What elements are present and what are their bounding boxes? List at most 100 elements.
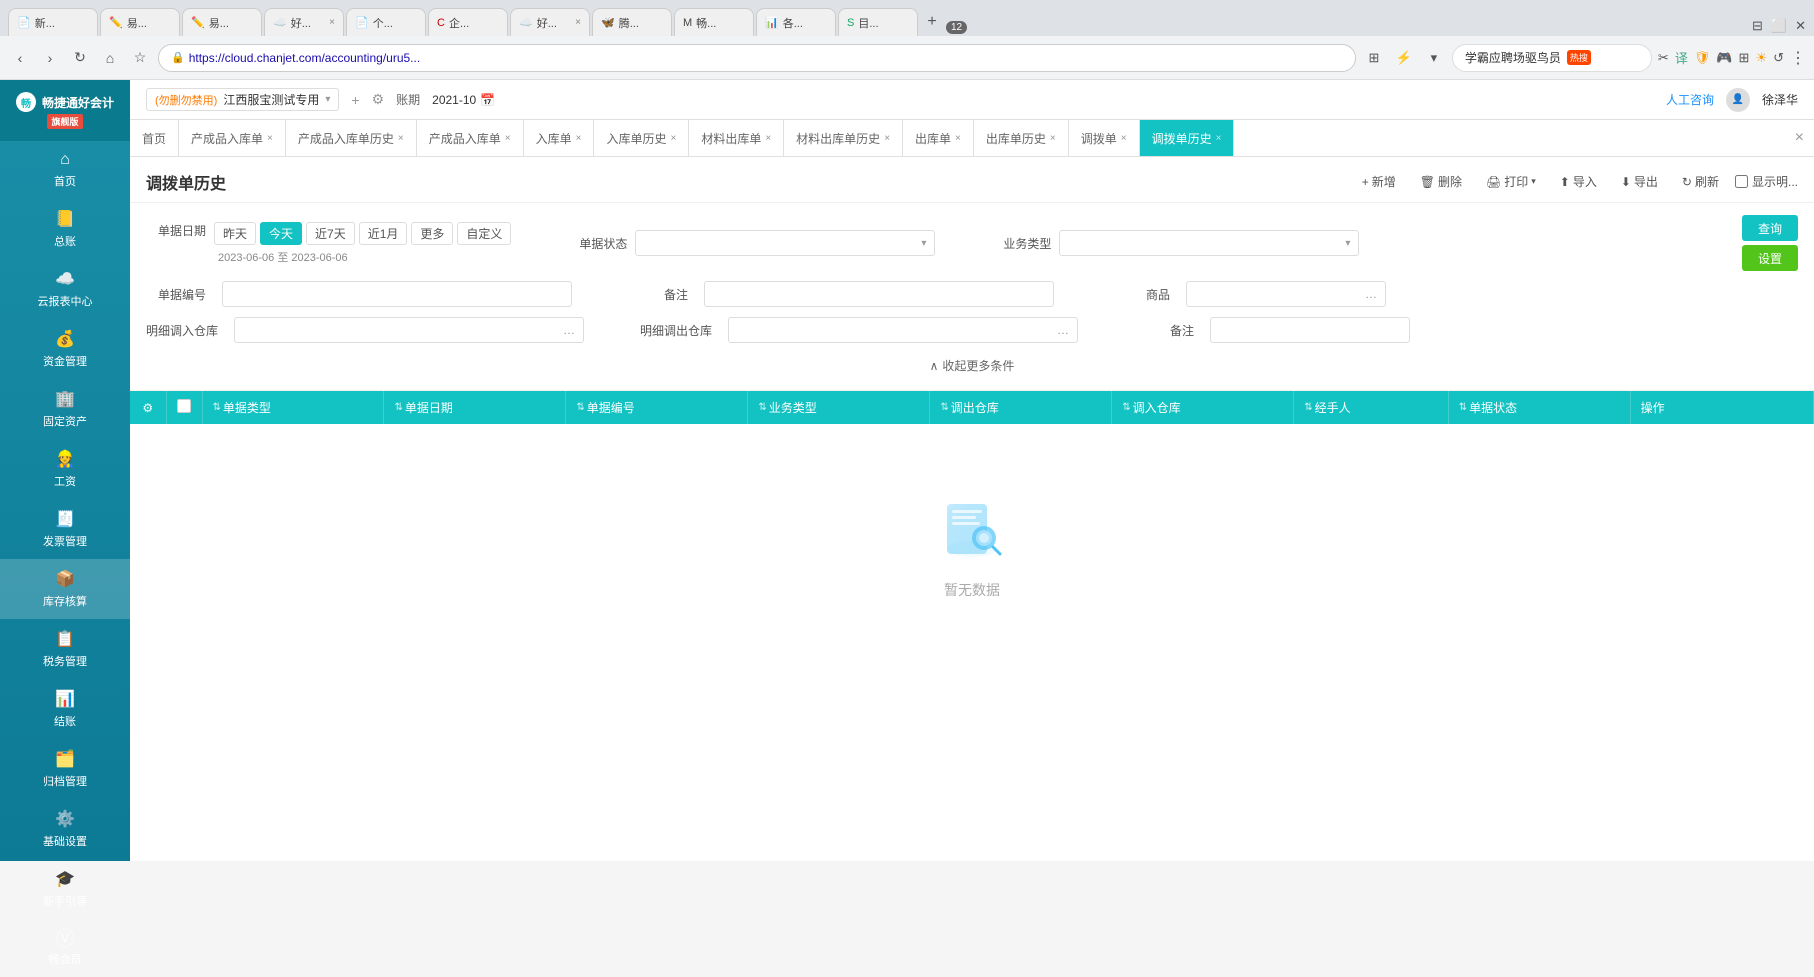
query-button[interactable]: 查询 (1742, 215, 1798, 241)
display-toggle[interactable]: 显示明... (1735, 173, 1798, 190)
grid-icon[interactable]: ⊞ (1739, 50, 1750, 66)
date-btn-7days[interactable]: 近7天 (306, 222, 355, 245)
add-company-btn[interactable]: + (351, 92, 359, 108)
col-business-type[interactable]: ⇅ 业务类型 (748, 391, 930, 424)
col-handler[interactable]: ⇅ 经手人 (1294, 391, 1448, 424)
close-icon[interactable]: ✕ (1795, 18, 1806, 34)
sidebar-item-fund[interactable]: 💰 资金管理 (0, 319, 130, 379)
search-bar[interactable]: 学霸应聘场驱鸟员 热搜 (1452, 44, 1652, 72)
sidebar-item-cloud-report[interactable]: ☁️ 云报表中心 (0, 259, 130, 319)
browser-tab-5[interactable]: 📄 个... (346, 8, 426, 36)
col-settings[interactable]: ⚙ (130, 391, 166, 424)
setting-button[interactable]: 设置 (1742, 245, 1798, 271)
company-settings-icon[interactable]: ⚙ (372, 91, 385, 108)
new-btn[interactable]: + 新增 (1354, 169, 1404, 194)
col-doc-number[interactable]: ⇅ 单据编号 (566, 391, 748, 424)
export-btn[interactable]: ⬇ 导出 (1613, 169, 1666, 194)
browser-tab-8[interactable]: 🦋 腾... (592, 8, 672, 36)
restore-icon[interactable]: ⊟ (1752, 18, 1763, 34)
more-icon[interactable]: ⋮ (1790, 48, 1806, 68)
print-btn[interactable]: 🖨 打印 ▾ (1478, 169, 1544, 194)
sun-icon[interactable]: ☀ (1755, 50, 1767, 66)
page-tab-stock-out[interactable]: 出库单 × (903, 120, 974, 156)
date-btn-more[interactable]: 更多 (411, 222, 453, 245)
sidebar-item-invoice[interactable]: 🧾 发票管理 (0, 499, 130, 559)
detail-in-input[interactable]: … (234, 317, 584, 343)
page-tab-product-in-2[interactable]: 产成品入库单 × (417, 120, 524, 156)
doc-number-input[interactable] (222, 281, 572, 307)
tab-close-material-out[interactable]: × (765, 133, 771, 144)
select-all-checkbox[interactable] (177, 399, 191, 413)
sidebar-item-member[interactable]: V 畅会员 (0, 919, 130, 977)
page-tab-stock-out-hist[interactable]: 出库单历史 × (974, 120, 1069, 156)
tab-close-product-in-hist[interactable]: × (398, 133, 404, 144)
date-btn-yesterday[interactable]: 昨天 (214, 222, 256, 245)
col-transfer-in[interactable]: ⇅ 调入仓库 (1112, 391, 1294, 424)
page-tab-transfer[interactable]: 调拨单 × (1069, 120, 1140, 156)
page-tab-product-in-hist[interactable]: 产成品入库单历史 × (286, 120, 417, 156)
tab-close-product-in-2[interactable]: × (505, 133, 511, 144)
sidebar-item-tax[interactable]: 📋 税务管理 (0, 619, 130, 679)
game-icon[interactable]: 🎮 (1716, 50, 1732, 66)
company-selector[interactable]: (勿删勿禁用) 江西服宝测试专用 ▾ (146, 88, 339, 111)
browser-tab-1[interactable]: 📄 新... (8, 8, 98, 36)
scissors-icon[interactable]: ✂ (1658, 50, 1669, 66)
business-type-select[interactable]: ▾ (1059, 230, 1359, 256)
tab-close-product-in[interactable]: × (267, 133, 273, 144)
period-value[interactable]: 2021-10 📅 (432, 93, 495, 107)
sidebar-item-ledger[interactable]: 📒 总账 (0, 199, 130, 259)
forward-button[interactable]: › (38, 46, 62, 70)
sidebar-item-fixed-assets[interactable]: 🏢 固定资产 (0, 379, 130, 439)
maximize-icon[interactable]: ⬜ (1771, 18, 1787, 34)
tab-close-4[interactable]: × (329, 17, 335, 28)
display-checkbox[interactable] (1735, 175, 1748, 188)
browser-tab-6[interactable]: C 企... (428, 8, 508, 36)
tab-close-material-out-hist[interactable]: × (884, 133, 890, 144)
collapse-btn[interactable]: ∧ 收起更多条件 (926, 353, 1019, 378)
page-tab-home[interactable]: 首页 (130, 120, 179, 156)
service-btn[interactable]: 人工咨询 (1666, 91, 1714, 108)
sidebar-item-inventory[interactable]: 📦 库存核算 (0, 559, 130, 619)
undo-icon[interactable]: ↺ (1773, 50, 1784, 66)
date-btn-custom[interactable]: 自定义 (457, 222, 511, 245)
page-tab-material-out[interactable]: 材料出库单 × (689, 120, 784, 156)
detail-remark-input[interactable] (1210, 317, 1410, 343)
sidebar-item-settings[interactable]: ⚙️ 基础设置 (0, 799, 130, 859)
col-doc-status[interactable]: ⇅ 单据状态 (1448, 391, 1630, 424)
browser-menu[interactable]: ▾ (1422, 50, 1446, 66)
address-bar[interactable]: 🔒 https://cloud.chanjet.com/accounting/u… (158, 44, 1356, 72)
home-button[interactable]: ⌂ (98, 46, 122, 70)
delete-btn[interactable]: 🗑 删除 (1412, 169, 1470, 194)
page-tab-transfer-hist[interactable]: 调拨单历史 × (1140, 120, 1235, 156)
tab-close-transfer[interactable]: × (1121, 133, 1127, 144)
back-button[interactable]: ‹ (8, 46, 32, 70)
browser-tab-7[interactable]: ☁️ 好... × (510, 8, 590, 36)
sidebar-item-home[interactable]: ⌂ 首页 (0, 141, 130, 199)
star-button[interactable]: ☆ (128, 46, 152, 70)
detail-out-input[interactable]: … (728, 317, 1078, 343)
col-transfer-out[interactable]: ⇅ 调出仓库 (930, 391, 1112, 424)
page-tab-material-out-hist[interactable]: 材料出库单历史 × (784, 120, 903, 156)
refresh-button[interactable]: ↻ (68, 46, 92, 70)
browser-tab-4[interactable]: ☁️ 好... × (264, 8, 344, 36)
sidebar-item-guide[interactable]: 🎓 新手引导 (0, 859, 130, 919)
page-tab-product-in[interactable]: 产成品入库单 × (179, 120, 286, 156)
browser-tab-9[interactable]: M 畅... (674, 8, 754, 36)
sidebar-item-payroll[interactable]: 👷 工资 (0, 439, 130, 499)
date-btn-today[interactable]: 今天 (260, 222, 302, 245)
page-tab-stock-in-hist[interactable]: 入库单历史 × (594, 120, 689, 156)
goods-input[interactable]: … (1186, 281, 1386, 307)
remark-input[interactable] (704, 281, 1054, 307)
browser-tab-11[interactable]: S 目... (838, 8, 918, 36)
status-select[interactable]: ▾ (635, 230, 935, 256)
new-tab-button[interactable]: + (920, 10, 944, 34)
browser-tab-10[interactable]: 📊 各... (756, 8, 836, 36)
import-btn[interactable]: ⬆ 导入 (1552, 169, 1605, 194)
tab-close-7[interactable]: × (575, 17, 581, 28)
page-tab-stock-in[interactable]: 入库单 × (524, 120, 595, 156)
date-btn-1month[interactable]: 近1月 (359, 222, 408, 245)
extensions-icon[interactable]: ⊞ (1362, 50, 1386, 66)
lightning-icon[interactable]: ⚡ (1392, 50, 1416, 66)
tab-close-stock-out[interactable]: × (955, 133, 961, 144)
shield-icon[interactable]: 🛡 (1694, 50, 1711, 66)
